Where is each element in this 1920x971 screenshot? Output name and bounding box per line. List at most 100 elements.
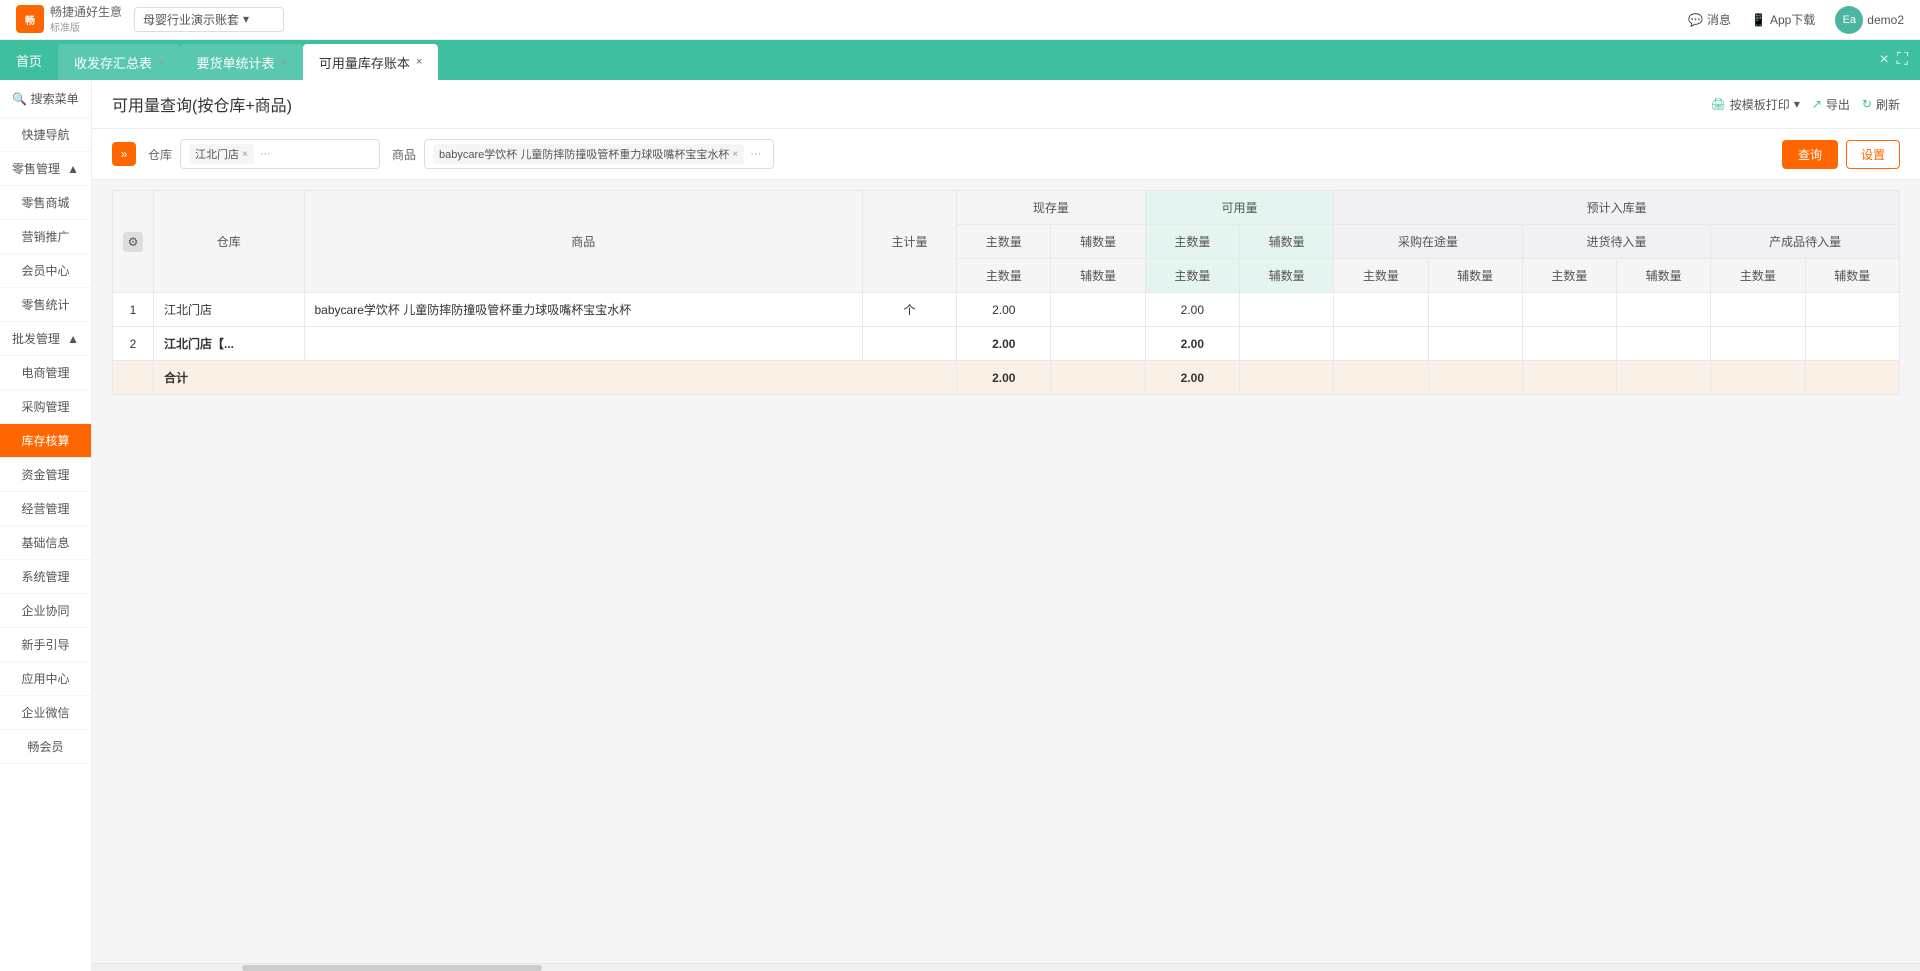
footer-purchase-sub <box>1428 361 1522 395</box>
tab-available-inventory[interactable]: 可用量库存账本 × <box>303 44 438 80</box>
sidebar-item-chang-member[interactable]: 畅会员 <box>0 730 91 764</box>
row1-warehouse: 江北门店 <box>154 293 305 327</box>
product-filter-field: 商品 babycare学饮杯 儿童防摔防撞吸管杯重力球吸嘴杯宝宝水杯 × ··· <box>392 139 774 169</box>
brand-name: 畅捷通好生意 <box>50 5 122 19</box>
tab-close-order[interactable]: × <box>280 56 286 68</box>
logo-area: 畅 畅捷通好生意 标准版 <box>16 5 122 34</box>
footer-incoming-sub <box>1617 361 1711 395</box>
row2-stock-sub <box>1051 327 1145 361</box>
row2-incoming-main <box>1522 327 1616 361</box>
tab-receipt-summary[interactable]: 收发存汇总表 × <box>58 44 180 80</box>
sidebar: 🔍 搜索菜单 快捷导航 零售管理 ▲ 零售商城 营销推广 会员中心 零售统计 批… <box>0 80 92 971</box>
row2-available-sub <box>1239 327 1333 361</box>
row1-index: 1 <box>113 293 154 327</box>
th-settings[interactable]: ⚙ <box>113 191 154 293</box>
industry-selector[interactable]: 母婴行业演示账套 ▾ <box>134 7 284 32</box>
sidebar-item-ecommerce[interactable]: 电商管理 <box>0 356 91 390</box>
row2-product <box>304 327 862 361</box>
print-dropdown-icon: ▾ <box>1794 97 1800 111</box>
row2-purchase-main <box>1334 327 1428 361</box>
sidebar-item-retail-mgmt[interactable]: 零售管理 ▲ <box>0 152 91 186</box>
download-icon: 📱 <box>1751 13 1766 27</box>
sidebar-item-enterprise-wechat[interactable]: 企业微信 <box>0 696 91 730</box>
footer-available-main: 2.00 <box>1145 361 1239 395</box>
row1-purchase-sub <box>1428 293 1522 327</box>
table-row: 2 江北门店【... 2.00 2.00 <box>113 327 1900 361</box>
th-stock-main: 主数量 <box>957 259 1051 293</box>
sidebar-item-app-center[interactable]: 应用中心 <box>0 662 91 696</box>
expand-filter-btn[interactable]: » <box>112 142 136 166</box>
product-input[interactable]: babycare学饮杯 儿童防摔防撞吸管杯重力球吸嘴杯宝宝水杯 × ··· <box>424 139 774 169</box>
industry-selector-text: 母婴行业演示账套 <box>143 11 239 28</box>
sidebar-item-quick-nav[interactable]: 快捷导航 <box>0 118 91 152</box>
tab-order-stats[interactable]: 要货单统计表 × <box>180 44 302 80</box>
th-product: 商品 <box>304 191 862 293</box>
brand-info: 畅捷通好生意 标准版 <box>50 5 122 34</box>
page-actions: 🖨 按模板打印 ▾ ↗ 导出 ↻ 刷新 <box>1711 96 1900 113</box>
sidebar-item-wholesale-mgmt[interactable]: 批发管理 ▲ <box>0 322 91 356</box>
row1-incoming-sub <box>1617 293 1711 327</box>
chevron-icon-wholesale: ▲ <box>67 332 79 346</box>
scroll-bar[interactable] <box>92 963 1920 971</box>
sidebar-item-member-center[interactable]: 会员中心 <box>0 254 91 288</box>
warehouse-input[interactable]: 江北门店 × ··· <box>180 139 380 169</box>
top-bar: 畅 畅捷通好生意 标准版 母婴行业演示账套 ▾ 💬 消息 📱 App下载 Ea … <box>0 0 1920 40</box>
user-profile-btn[interactable]: Ea demo2 <box>1835 6 1904 34</box>
sidebar-item-basic-info[interactable]: 基础信息 <box>0 526 91 560</box>
app-logo: 畅 <box>16 5 44 33</box>
row1-available-main: 2.00 <box>1145 293 1239 327</box>
row2-production-main <box>1711 327 1805 361</box>
filter-actions: 查询 设置 <box>1782 140 1900 169</box>
sidebar-item-finance[interactable]: 资金管理 <box>0 458 91 492</box>
sidebar-item-newbie-guide[interactable]: 新手引导 <box>0 628 91 662</box>
tab-close-inventory[interactable]: × <box>416 56 422 68</box>
row2-stock-main: 2.00 <box>957 327 1051 361</box>
settings-btn[interactable]: 设置 <box>1846 140 1900 169</box>
th-available-group: 可用量 <box>1145 191 1334 225</box>
sidebar-item-operations[interactable]: 经营管理 <box>0 492 91 526</box>
fullscreen-btn[interactable]: ⛶ <box>1897 51 1908 69</box>
th-available-sub-sub: 辅数量 <box>1239 225 1333 259</box>
row1-main-unit: 个 <box>862 293 956 327</box>
page-title: 可用量查询(按仓库+商品) <box>112 92 292 116</box>
th-warehouse: 仓库 <box>154 191 305 293</box>
sidebar-search[interactable]: 🔍 搜索菜单 <box>0 80 91 118</box>
row2-available-main: 2.00 <box>1145 327 1239 361</box>
footer-empty1 <box>113 361 154 395</box>
product-tag-1: babycare学饮杯 儿童防摔防撞吸管杯重力球吸嘴杯宝宝水杯 × <box>433 144 744 164</box>
refresh-btn[interactable]: ↻ 刷新 <box>1862 96 1900 113</box>
query-btn[interactable]: 查询 <box>1782 140 1838 169</box>
sidebar-item-system-mgmt[interactable]: 系统管理 <box>0 560 91 594</box>
row2-purchase-sub <box>1428 327 1522 361</box>
column-settings-icon[interactable]: ⚙ <box>123 232 143 252</box>
th-stock-group: 现存量 <box>957 191 1146 225</box>
sidebar-item-inventory[interactable]: 库存核算 <box>0 424 91 458</box>
th-available-main-sub: 主数量 <box>1145 225 1239 259</box>
warehouse-tag-close-1[interactable]: × <box>242 149 248 160</box>
chevron-down-icon: ▾ <box>243 12 249 26</box>
row2-incoming-sub <box>1617 327 1711 361</box>
sidebar-item-retail-mall[interactable]: 零售商城 <box>0 186 91 220</box>
th-incoming-sub: 辅数量 <box>1617 259 1711 293</box>
close-all-tabs-btn[interactable]: × <box>1879 51 1888 69</box>
nav-right-buttons: × ⛶ <box>1879 51 1920 69</box>
footer-label: 合计 <box>154 361 957 395</box>
sidebar-item-marketing[interactable]: 营销推广 <box>0 220 91 254</box>
export-btn[interactable]: ↗ 导出 <box>1812 96 1850 113</box>
row1-available-sub <box>1239 293 1333 327</box>
tab-close-receipt[interactable]: × <box>158 56 164 68</box>
filter-bar: » 仓库 江北门店 × ··· 商品 babycare学饮杯 儿童防摔防撞吸管杯… <box>92 129 1920 180</box>
sidebar-item-purchase[interactable]: 采购管理 <box>0 390 91 424</box>
th-main-unit: 主计量 <box>862 191 956 293</box>
th-production-sub: 辅数量 <box>1805 259 1899 293</box>
print-btn[interactable]: 🖨 按模板打印 ▾ <box>1711 96 1800 113</box>
product-tag-close-1[interactable]: × <box>732 149 738 160</box>
sidebar-item-enterprise-collab[interactable]: 企业协同 <box>0 594 91 628</box>
product-more: ··· <box>750 148 761 160</box>
scroll-thumb[interactable] <box>242 965 542 971</box>
chevron-icon-retail: ▲ <box>67 162 79 176</box>
tab-home[interactable]: 首页 <box>0 40 58 80</box>
sidebar-item-retail-stats[interactable]: 零售统计 <box>0 288 91 322</box>
message-btn[interactable]: 💬 消息 <box>1688 11 1731 28</box>
app-download-btn[interactable]: 📱 App下载 <box>1751 11 1815 28</box>
